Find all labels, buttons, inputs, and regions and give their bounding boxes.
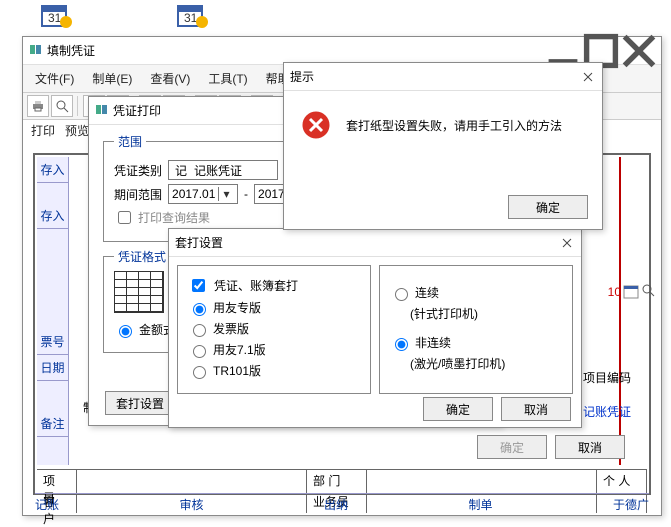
cancel-button[interactable]: 取消: [555, 435, 625, 459]
range-legend: 范围: [114, 133, 146, 150]
voucher-book-label: 凭证、账簿套打: [214, 277, 298, 294]
opt-yonyou71[interactable]: [193, 345, 206, 358]
main-titlebar[interactable]: 填制凭证: [23, 37, 661, 65]
close-button[interactable]: [557, 233, 577, 253]
calendar-icon: 31: [176, 0, 212, 33]
footer-entry: 记账: [35, 496, 59, 511]
leftcol-label: 存入: [37, 157, 68, 183]
cancel-button[interactable]: 取消: [501, 397, 571, 421]
leftcol-label: 存入: [37, 203, 68, 229]
preview-icon[interactable]: [51, 95, 73, 117]
footer-make: 制单: [468, 496, 492, 511]
status-ok[interactable]: 确定: [477, 435, 547, 459]
bottom-strip: 项 目 部 门 个 人: [37, 469, 647, 491]
opt-continuous-sub: (针式打印机): [410, 305, 562, 322]
svg-text:31: 31: [48, 11, 62, 25]
toolbar-label-preview: 预览: [65, 122, 89, 139]
message-box: 提示 套打纸型设置失败，请用手工引入的方法 确定: [283, 62, 603, 230]
page-icon: [623, 285, 639, 299]
bottom-person: 个 人: [597, 470, 647, 491]
period-label: 期间范围: [114, 186, 162, 203]
opt-noncontinuous[interactable]: [395, 338, 408, 351]
opt-yonyou[interactable]: [193, 303, 206, 316]
menu-view[interactable]: 查看(V): [146, 69, 194, 88]
sample-table-icon: [114, 271, 164, 313]
svg-text:31: 31: [184, 11, 198, 25]
search-mini-icon[interactable]: [641, 283, 655, 300]
footer-maker: 于德广: [613, 496, 649, 511]
leftcol-label: 票号: [37, 329, 68, 355]
header-record: 记账凭证: [583, 399, 631, 423]
menu-tool[interactable]: 工具(T): [204, 69, 251, 88]
footer: 记账 审核 出纳 制单 于德广: [35, 493, 649, 511]
calendar-icon: 31: [40, 0, 76, 33]
app-icon: [29, 42, 43, 59]
set-print-button[interactable]: 套打设置: [105, 391, 175, 415]
set-right-group: 连续 (针式打印机) 非连续 (激光/喷墨打印机): [379, 265, 573, 394]
print-query-checkbox[interactable]: [118, 211, 131, 224]
opt-noncontinuous-sub: (激光/喷墨打印机): [410, 355, 562, 372]
opt-invoice[interactable]: [193, 324, 206, 337]
main-title: 填制凭证: [47, 42, 545, 59]
error-icon: [300, 109, 332, 141]
menu-file[interactable]: 文件(F): [31, 69, 78, 88]
voucher-book-checkbox[interactable]: [192, 279, 205, 292]
opt-yonyou71-label: 用友7.1版: [213, 341, 266, 358]
type-combo[interactable]: 记 记账凭证: [168, 160, 278, 180]
menu-make[interactable]: 制单(E): [88, 69, 136, 88]
set-left-group: 凭证、账簿套打 用友专版 发票版 用友7.1版 TR101版: [177, 265, 371, 394]
maximize-button[interactable]: [583, 40, 619, 62]
page-badge: 10: [608, 283, 655, 300]
period-from[interactable]: 2017.01▾: [168, 184, 238, 204]
opt-continuous[interactable]: [395, 288, 408, 301]
ok-button[interactable]: 确定: [508, 195, 588, 219]
footer-audit: 审核: [179, 496, 203, 511]
type-label: 凭证类别: [114, 162, 162, 179]
close-button[interactable]: [621, 40, 657, 62]
close-button[interactable]: [578, 67, 598, 87]
minimize-button[interactable]: [545, 40, 581, 62]
opt-yonyou-label: 用友专版: [213, 299, 261, 316]
format-legend: 凭证格式: [114, 248, 170, 265]
opt-tr101-label: TR101版: [213, 362, 261, 379]
opt-noncontinuous-label: 非连续: [415, 334, 451, 351]
msg-title: 提示: [290, 68, 578, 85]
footer-cashier: 出纳: [324, 496, 348, 511]
print-query-label: 打印查询结果: [138, 209, 210, 226]
amount-radio[interactable]: [119, 325, 132, 338]
leftcol-label: 备注: [37, 411, 68, 437]
bottom-dept: 部 门: [307, 470, 367, 491]
ok-button[interactable]: 确定: [423, 397, 493, 421]
leftcol-label: 日期: [37, 355, 68, 381]
toolbar-label-print: 打印: [31, 122, 55, 139]
opt-continuous-label: 连续: [415, 284, 439, 301]
opt-invoice-label: 发票版: [213, 320, 249, 337]
header-code: 项目编码: [583, 365, 631, 389]
app-icon: [95, 102, 109, 119]
bottom-project: 项 目: [37, 470, 77, 491]
set-dialog: 套打设置 凭证、账簿套打 用友专版 发票版 用友7.1版 TR101版 连续 (…: [168, 228, 582, 428]
msg-text: 套打纸型设置失败，请用手工引入的方法: [346, 117, 562, 134]
opt-tr101[interactable]: [193, 366, 206, 379]
printer-icon[interactable]: [27, 95, 49, 117]
set-dialog-title: 套打设置: [175, 234, 557, 251]
